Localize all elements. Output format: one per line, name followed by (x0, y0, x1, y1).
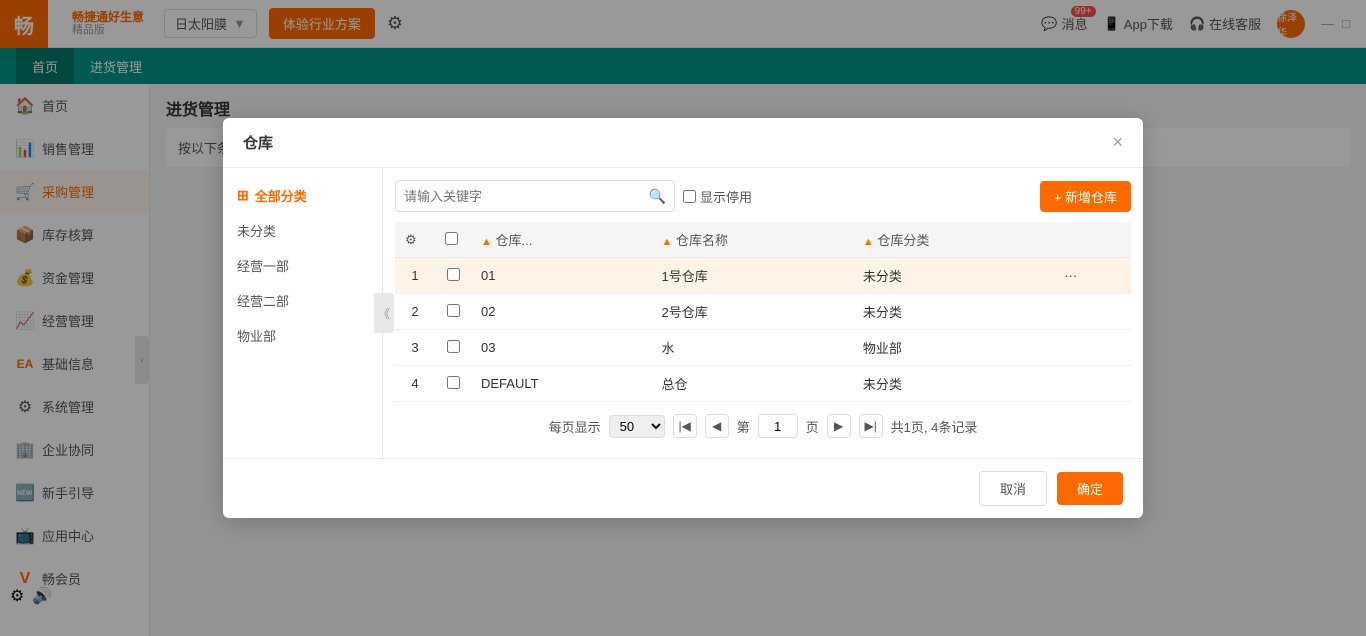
warehouse-modal: 仓库 × ⊞ 全部分类 未分类 经营一部 经营二部 物业部 《 (223, 118, 1143, 518)
sort-icon[interactable]: ▲ (481, 236, 492, 248)
row-category: 未分类 (853, 366, 1054, 402)
modal-overlay: 仓库 × ⊞ 全部分类 未分类 经营一部 经营二部 物业部 《 (0, 0, 1366, 636)
category-item-operations1[interactable]: 经营一部 (223, 248, 382, 283)
category-panel: ⊞ 全部分类 未分类 经营一部 经营二部 物业部 《 (223, 168, 383, 458)
total-info: 共1页, 4条记录 (891, 417, 978, 436)
row-actions[interactable] (1054, 366, 1131, 402)
table-header: ⚙ ▲ 仓库... ▲ 仓库名称 (395, 222, 1131, 258)
modal-close-button[interactable]: × (1112, 132, 1123, 153)
th-actions (1054, 222, 1131, 258)
row-checkbox[interactable] (447, 304, 460, 317)
row-name: 总仓 (651, 366, 852, 402)
add-warehouse-button[interactable]: + 新增仓库 (1040, 181, 1131, 212)
select-all-checkbox[interactable] (445, 232, 458, 245)
row-code: DEFAULT (471, 366, 651, 402)
row-category: 未分类 (853, 294, 1054, 330)
disabled-checkbox[interactable] (683, 190, 696, 203)
warehouse-table: ⚙ ▲ 仓库... ▲ 仓库名称 (395, 222, 1131, 402)
category-item-unclassified[interactable]: 未分类 (223, 213, 382, 248)
category-item-property[interactable]: 物业部 (223, 318, 382, 353)
page-number-input[interactable] (758, 414, 798, 438)
row-checkbox[interactable] (447, 340, 460, 353)
row-checkbox-cell[interactable] (435, 366, 471, 402)
row-name: 水 (651, 330, 852, 366)
search-box: 🔍 (395, 180, 675, 212)
row-name: 1号仓库 (651, 258, 852, 294)
th-category: ▲ 仓库分类 (853, 222, 1054, 258)
modal-header: 仓库 × (223, 118, 1143, 168)
th-code: ▲ 仓库... (471, 222, 651, 258)
row-category: 物业部 (853, 330, 1054, 366)
row-name: 2号仓库 (651, 294, 852, 330)
row-category: 未分类 (853, 258, 1054, 294)
row-checkbox[interactable] (447, 376, 460, 389)
table-row[interactable]: 4 DEFAULT 总仓 未分类 (395, 366, 1131, 402)
modal-footer: 取消 确定 (223, 458, 1143, 518)
confirm-button[interactable]: 确定 (1057, 472, 1123, 505)
th-checkbox[interactable] (435, 222, 471, 258)
row-num: 1 (395, 258, 435, 294)
row-checkbox-cell[interactable] (435, 330, 471, 366)
table-panel: 🔍 显示停用 + 新增仓库 ⚙ (383, 168, 1143, 458)
th-settings[interactable]: ⚙ (395, 222, 435, 258)
cancel-button[interactable]: 取消 (979, 471, 1047, 506)
page-size-select[interactable]: 50 10 20 100 (609, 415, 665, 438)
row-code: 03 (471, 330, 651, 366)
row-checkbox-cell[interactable] (435, 294, 471, 330)
row-actions[interactable] (1054, 330, 1131, 366)
row-checkbox-cell[interactable] (435, 258, 471, 294)
sort-icon-cat[interactable]: ▲ (863, 236, 874, 248)
last-page-button[interactable]: ▶| (859, 414, 883, 438)
table-row[interactable]: 3 03 水 物业部 (395, 330, 1131, 366)
row-actions[interactable] (1054, 294, 1131, 330)
table-toolbar: 🔍 显示停用 + 新增仓库 (395, 180, 1131, 212)
table-row[interactable]: 1 01 1号仓库 未分类 ··· (395, 258, 1131, 294)
next-page-button[interactable]: ▶ (827, 414, 851, 438)
row-num: 4 (395, 366, 435, 402)
modal-body: ⊞ 全部分类 未分类 经营一部 经营二部 物业部 《 🔍 (223, 168, 1143, 458)
row-num: 3 (395, 330, 435, 366)
show-disabled-checkbox[interactable]: 显示停用 (683, 187, 752, 206)
sort-icon-name[interactable]: ▲ (661, 236, 672, 248)
row-code: 02 (471, 294, 651, 330)
row-actions[interactable]: ··· (1054, 258, 1131, 294)
category-collapse-button[interactable]: 《 (374, 293, 394, 333)
first-page-button[interactable]: |◀ (673, 414, 697, 438)
th-name: ▲ 仓库名称 (651, 222, 852, 258)
search-icon: 🔍 (649, 188, 666, 205)
table-body: 1 01 1号仓库 未分类 ··· 2 02 2 (395, 258, 1131, 402)
prev-page-button[interactable]: ◀ (705, 414, 729, 438)
row-code: 01 (471, 258, 651, 294)
category-all[interactable]: ⊞ 全部分类 (223, 178, 382, 213)
modal-title: 仓库 (243, 132, 273, 153)
grid-icon: ⊞ (237, 187, 249, 204)
row-num: 2 (395, 294, 435, 330)
table-row[interactable]: 2 02 2号仓库 未分类 (395, 294, 1131, 330)
category-item-operations2[interactable]: 经营二部 (223, 283, 382, 318)
pagination: 每页显示 50 10 20 100 |◀ ◀ 第 页 ▶ ▶| 共1页, 4条记… (395, 402, 1131, 446)
row-checkbox[interactable] (447, 268, 460, 281)
table-container: ⚙ ▲ 仓库... ▲ 仓库名称 (395, 222, 1131, 402)
search-input[interactable] (404, 189, 649, 204)
